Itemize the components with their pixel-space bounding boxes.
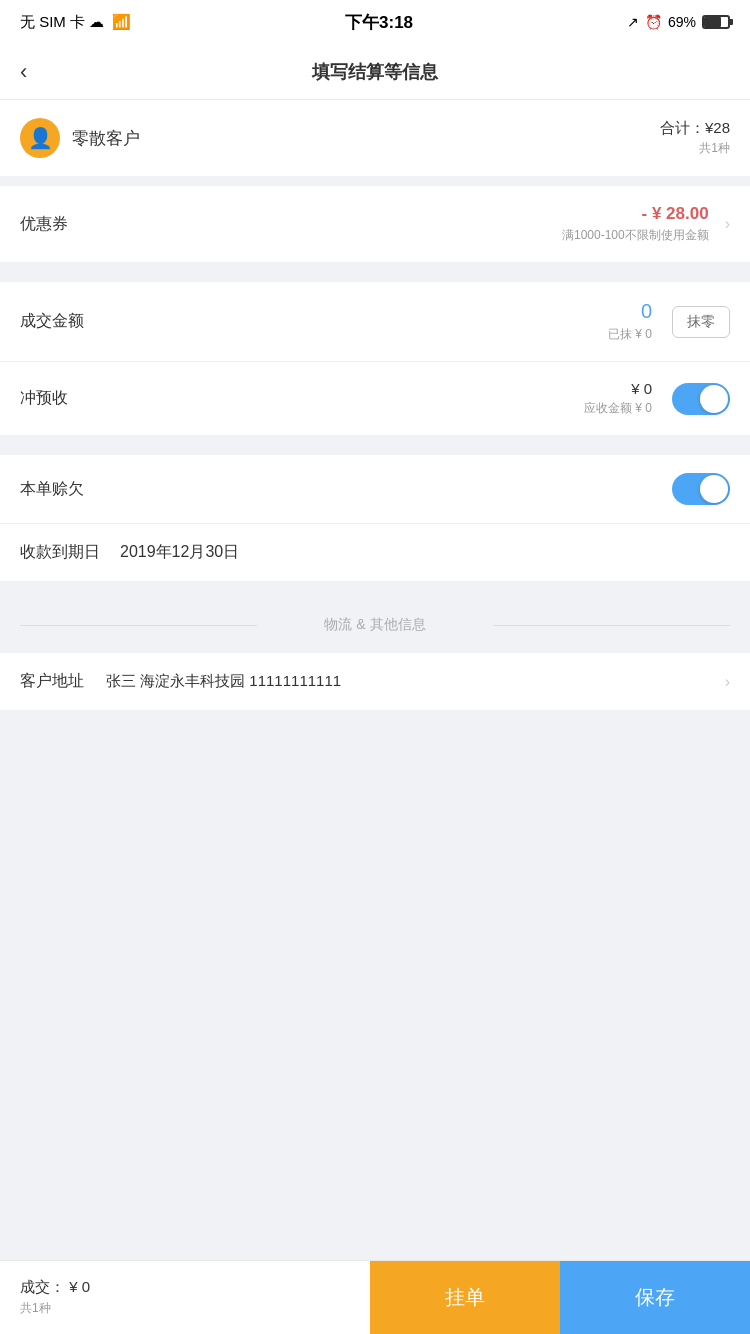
address-chevron-icon: › [725,673,730,691]
divider-3 [0,592,750,602]
avatar-icon: 👤 [28,126,53,150]
bottom-deal-label: 成交： [20,1278,65,1295]
customer-name: 零散客户 [72,127,140,150]
divider-1 [0,272,750,282]
customer-total: 合计：¥28 共1种 [660,119,730,157]
prepay-label: 冲预收 [20,388,100,409]
coupon-section: 优惠券 - ¥ 28.00 满1000-100不限制使用金额 › [0,186,750,262]
deal-amount-row: 成交金额 0 已抹 ¥ 0 抹零 [0,282,750,362]
credit-toggle[interactable] [672,473,730,505]
deal-amount-info: 0 已抹 ¥ 0 [608,300,652,343]
credit-section: 本单赊欠 收款到期日 2019年12月30日 [0,455,750,582]
divider-line-left [20,625,257,626]
deal-amount-sub: 已抹 ¥ 0 [608,326,652,343]
prepay-sub: 应收金额 ¥ 0 [584,400,652,417]
nav-bar: ‹ 填写结算等信息 [0,44,750,100]
status-right: ↗ ⏰ 69% [627,14,730,30]
prepay-toggle-knob [700,385,728,413]
deal-section: 成交金额 0 已抹 ¥ 0 抹零 冲预收 ¥ 0 应收金额 ¥ 0 [0,282,750,435]
prepay-row: 冲预收 ¥ 0 应收金额 ¥ 0 [0,362,750,435]
due-date-value: 2019年12月30日 [120,542,239,563]
coupon-discount: - ¥ 28.00 [562,204,709,224]
bottom-deal-value: ¥ 0 [69,1278,90,1295]
status-left: 无 SIM 卡 ☁ 📶 [20,13,131,32]
credit-label: 本单赊欠 [20,479,100,500]
hold-button[interactable]: 挂单 [370,1261,560,1335]
wifi-icon: 📶 [112,13,131,31]
bottom-deal-amount: 成交： ¥ 0 [20,1278,350,1297]
content: 👤 零散客户 合计：¥28 共1种 优惠券 - ¥ 28.00 满1000-10… [0,100,750,800]
total-count: 共1种 [660,140,730,157]
deal-amount-label: 成交金额 [20,311,100,332]
credit-row: 本单赊欠 [0,455,750,524]
deal-amount-value[interactable]: 0 [608,300,652,323]
coupon-right: - ¥ 28.00 满1000-100不限制使用金额 › [100,204,730,244]
address-row[interactable]: 客户地址 张三 海淀永丰科技园 11111111111 › [0,653,750,710]
location-icon: ↗ [627,14,639,30]
alarm-icon: ⏰ [645,14,662,30]
prepay-toggle[interactable] [672,383,730,415]
customer-section: 👤 零散客户 合计：¥28 共1种 [0,100,750,176]
back-button[interactable]: ‹ [20,59,27,85]
coupon-row[interactable]: 优惠券 - ¥ 28.00 满1000-100不限制使用金额 › [0,186,750,262]
coupon-label: 优惠券 [20,214,100,235]
due-date-label: 收款到期日 [20,542,100,563]
status-bar: 无 SIM 卡 ☁ 📶 下午3:18 ↗ ⏰ 69% [0,0,750,44]
credit-toggle-knob [700,475,728,503]
coupon-values: - ¥ 28.00 满1000-100不限制使用金额 [562,204,709,244]
bottom-bar: 成交： ¥ 0 共1种 挂单 保存 [0,1260,750,1334]
page-title: 填写结算等信息 [312,60,438,84]
divider-line-right [493,625,730,626]
deal-amount-right: 0 已抹 ¥ 0 抹零 [100,300,730,343]
due-date-row: 收款到期日 2019年12月30日 [0,524,750,582]
customer-left: 👤 零散客户 [20,118,140,158]
prepay-value: ¥ 0 [584,380,652,397]
bottom-count: 共1种 [20,1300,350,1317]
coupon-desc: 满1000-100不限制使用金额 [562,227,709,244]
prepay-info: ¥ 0 应收金额 ¥ 0 [584,380,652,417]
battery-icon [702,15,730,29]
status-time: 下午3:18 [345,11,413,34]
logistics-label: 物流 & 其他信息 [257,616,494,634]
coupon-chevron-icon: › [725,215,730,233]
customer-avatar: 👤 [20,118,60,158]
address-section: 客户地址 张三 海淀永丰科技园 11111111111 › [0,653,750,710]
bottom-info: 成交： ¥ 0 共1种 [0,1278,370,1317]
logistics-divider: 物流 & 其他信息 [0,602,750,648]
address-value: 张三 海淀永丰科技园 11111111111 [106,672,719,691]
divider-2 [0,445,750,455]
total-amount: 合计：¥28 [660,119,730,138]
battery-percent: 69% [668,14,696,30]
save-button[interactable]: 保存 [560,1261,750,1335]
sim-label: 无 SIM 卡 ☁ [20,13,104,32]
credit-right [100,473,730,505]
prepay-right: ¥ 0 应收金额 ¥ 0 [100,380,730,417]
round-down-button[interactable]: 抹零 [672,306,730,338]
customer-row[interactable]: 👤 零散客户 合计：¥28 共1种 [0,100,750,176]
address-label: 客户地址 [20,671,90,692]
